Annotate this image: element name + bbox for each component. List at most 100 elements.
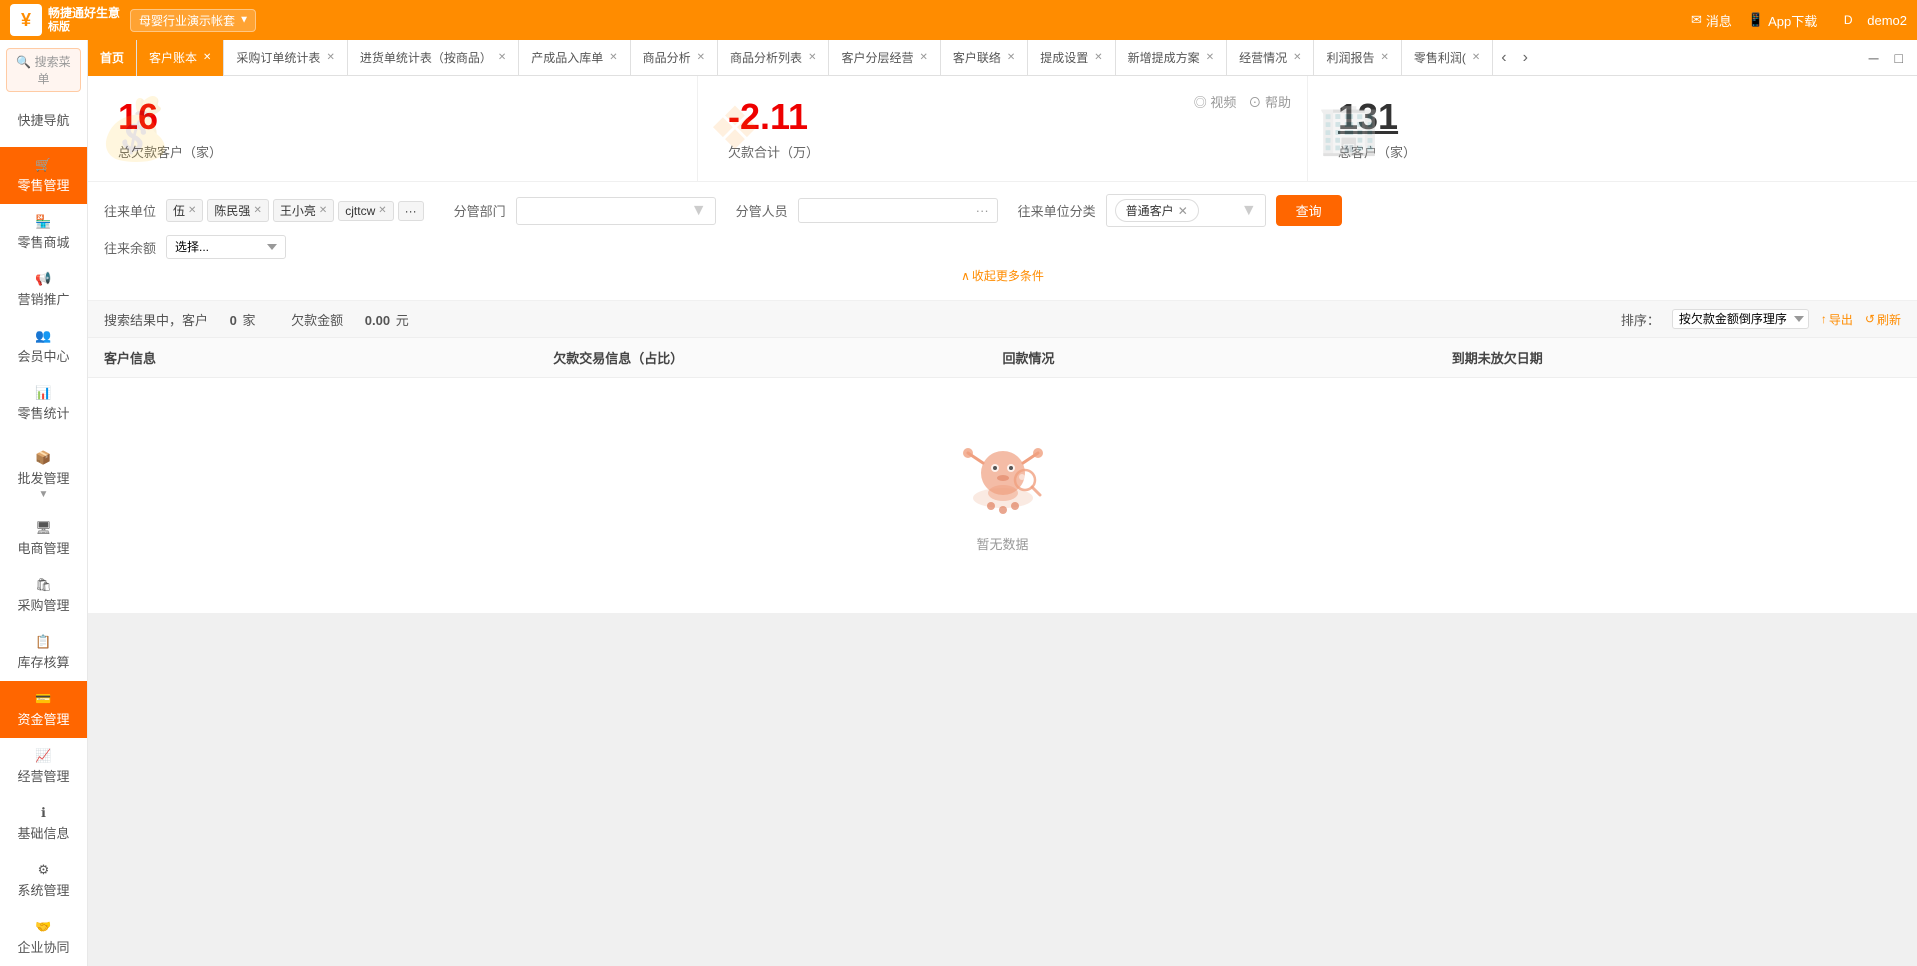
avatar: D: [1833, 5, 1863, 35]
tab-purchase-stats[interactable]: 进货单统计表（按商品） ✕: [348, 40, 519, 76]
tab-close-operation-status[interactable]: ✕: [1293, 52, 1301, 63]
tab-profit-report[interactable]: 利润报告 ✕: [1314, 40, 1401, 76]
sidebar-item-retail-mall[interactable]: 🏪 零售商城: [0, 204, 87, 261]
export-button[interactable]: ↑ 导出: [1821, 311, 1853, 328]
sidebar-item-operation[interactable]: 📈 经营管理: [0, 738, 87, 795]
tab-close-profit-report[interactable]: ✕: [1381, 52, 1389, 63]
stat-block-debt: ❖ -2.11 欠款合计（万） ◎ 视频 ⊙ 帮助: [698, 76, 1308, 181]
tab-purchase-order[interactable]: 采购订单统计表 ✕: [224, 40, 347, 76]
refresh-icon: ↺: [1865, 312, 1875, 326]
sidebar-item-finance[interactable]: 💳 资金管理: [0, 681, 87, 738]
sidebar-item-inventory[interactable]: 📋 库存核算: [0, 624, 87, 681]
tab-close-customer-segment[interactable]: ✕: [919, 52, 927, 63]
query-button[interactable]: 查询: [1276, 195, 1342, 226]
category-filter-label: 往来单位分类: [1018, 201, 1096, 220]
dept-filter-input[interactable]: ▼: [516, 197, 716, 225]
user-avatar[interactable]: D demo2: [1833, 5, 1907, 35]
tab-product-analysis[interactable]: 商品分析 ✕: [631, 40, 718, 76]
sidebar: 🔍 搜索菜单 快捷导航 🛒 零售管理 🏪 零售商城 📢 营销推广 👥: [0, 40, 88, 966]
page-inner: 💰 16 总欠款客户（家） ❖ -2.11 欠款合计（万）: [88, 76, 1917, 613]
sidebar-item-batch[interactable]: 📦 批发管理 ▼: [0, 440, 87, 510]
tab-customer-book[interactable]: 客户账本 ✕: [137, 40, 224, 76]
sidebar-item-member[interactable]: 👥 会员中心: [0, 318, 87, 375]
video-link[interactable]: ◎ 视频: [1194, 92, 1237, 111]
dept-dropdown-icon: ▼: [691, 202, 707, 220]
balance-filter-select[interactable]: 选择...: [166, 235, 286, 259]
logo-line2: 标版: [48, 21, 120, 34]
unit-tags-more-button[interactable]: ···: [398, 201, 424, 221]
person-dots-icon[interactable]: ···: [976, 203, 989, 218]
collapse-filter-button[interactable]: ∧ 收起更多条件: [961, 267, 1044, 284]
logo-text: 畅捷通好生意 标版: [48, 6, 120, 34]
tab-operation-status[interactable]: 经营情况 ✕: [1227, 40, 1314, 76]
empty-text: 暂无数据: [976, 534, 1028, 553]
sort-select[interactable]: 按欠款金额倒序理序: [1672, 309, 1809, 329]
tab-close-purchase-stats[interactable]: ✕: [498, 52, 506, 63]
sidebar-item-purchase[interactable]: 🛍 采购管理: [0, 567, 87, 624]
empty-icon: [953, 438, 1053, 518]
person-input[interactable]: [807, 204, 976, 218]
tab-close-purchase-order[interactable]: ✕: [326, 52, 334, 63]
tab-maximize-button[interactable]: □: [1889, 48, 1909, 68]
tab-next-button[interactable]: ›: [1515, 49, 1536, 67]
remove-unit-chen[interactable]: ✕: [253, 205, 261, 216]
tab-close-add-promotion[interactable]: ✕: [1206, 52, 1214, 63]
tab-customer-segment[interactable]: 客户分层经营 ✕: [829, 40, 940, 76]
chevron-up-icon: ∧: [961, 269, 970, 283]
remove-unit-wu[interactable]: ✕: [188, 205, 196, 216]
message-button[interactable]: ✉ 消息: [1691, 11, 1732, 30]
app-download-button[interactable]: 📱 App下载: [1748, 11, 1817, 30]
tab-close-product-analysis-list[interactable]: ✕: [808, 52, 816, 63]
logo-line1: 畅捷通好生意: [48, 6, 120, 20]
empty-state: 暂无数据: [88, 378, 1917, 613]
col-header-debt: 欠款交易信息（占比）: [553, 348, 1002, 367]
tab-close-promotion-settings[interactable]: ✕: [1094, 52, 1102, 63]
help-link[interactable]: ⊙ 帮助: [1248, 92, 1291, 111]
tab-promotion-settings[interactable]: 提成设置 ✕: [1028, 40, 1115, 76]
filter-row-2: 往来余额 选择...: [104, 235, 1901, 259]
category-filter-input[interactable]: 普通客户 ✕ ▼: [1106, 194, 1266, 227]
tab-more-button[interactable]: ‹: [1493, 49, 1514, 67]
person-filter-input[interactable]: ···: [798, 198, 998, 223]
sidebar-item-enterprise[interactable]: 🤝 企业协同: [0, 909, 87, 966]
remove-unit-wang[interactable]: ✕: [319, 205, 327, 216]
remove-unit-cjttcw[interactable]: ✕: [378, 205, 386, 216]
unit-tag-wu: 伍 ✕: [166, 199, 203, 222]
tab-close-retail-profit[interactable]: ✕: [1472, 52, 1480, 63]
tab-cost-inbound[interactable]: 产成品入库单 ✕: [519, 40, 630, 76]
content-wrapper: 🔍 搜索菜单 快捷导航 🛒 零售管理 🏪 零售商城 📢 营销推广 👥: [0, 40, 1917, 966]
stat-bg-building-icon: 🏢: [1318, 99, 1380, 158]
tab-add-promotion[interactable]: 新增提成方案 ✕: [1116, 40, 1227, 76]
refresh-button[interactable]: ↺ 刷新: [1865, 311, 1901, 328]
main-content: 💰 16 总欠款客户（家） ❖ -2.11 欠款合计（万）: [88, 76, 1917, 966]
category-dropdown-icon: ▼: [1241, 202, 1257, 220]
message-icon: ✉: [1691, 12, 1702, 28]
tab-close-cost-inbound[interactable]: ✕: [609, 52, 617, 63]
top-bar-right: ✉ 消息 📱 App下载 D demo2: [1691, 5, 1907, 35]
tab-product-analysis-list[interactable]: 商品分析列表 ✕: [718, 40, 829, 76]
sidebar-item-marketing[interactable]: 📢 营销推广: [0, 261, 87, 318]
tab-retail-profit[interactable]: 零售利润( ✕: [1402, 40, 1493, 76]
dept-filter-label: 分管部门: [454, 201, 506, 220]
tab-actions: ─ □: [1863, 48, 1917, 68]
tab-customer-contact[interactable]: 客户联络 ✕: [941, 40, 1028, 76]
tab-close-product-analysis[interactable]: ✕: [697, 52, 705, 63]
sidebar-item-system[interactable]: ⚙ 系统管理: [0, 852, 87, 909]
stat-bg-money-icon: 💰: [98, 93, 173, 164]
tab-home[interactable]: 首页: [88, 40, 137, 76]
main-area: 首页 客户账本 ✕ 采购订单统计表 ✕ 进货单统计表（按商品） ✕ 产成品入库单…: [88, 40, 1917, 966]
category-tag: 普通客户 ✕: [1115, 199, 1199, 222]
tab-close-customer-book[interactable]: ✕: [203, 52, 211, 63]
tab-minimize-button[interactable]: ─: [1863, 48, 1885, 68]
sidebar-item-basic-info[interactable]: ℹ 基础信息: [0, 795, 87, 852]
search-menu-button[interactable]: 🔍 搜索菜单: [6, 48, 81, 92]
sidebar-item-retail[interactable]: 🛒 零售管理: [0, 147, 87, 204]
dept-input[interactable]: [525, 204, 691, 218]
tab-close-customer-contact[interactable]: ✕: [1007, 52, 1015, 63]
col-header-date: 到期未放欠日期: [1452, 348, 1901, 367]
sidebar-item-retail-stats[interactable]: 📊 零售统计: [0, 375, 87, 432]
account-dropdown[interactable]: 母婴行业演示帐套 ▼: [130, 9, 256, 32]
remove-category-tag[interactable]: ✕: [1178, 204, 1188, 218]
sidebar-item-quick-nav[interactable]: 快捷导航: [0, 100, 87, 139]
sidebar-item-ecommerce[interactable]: 🖥 电商管理: [0, 510, 87, 567]
